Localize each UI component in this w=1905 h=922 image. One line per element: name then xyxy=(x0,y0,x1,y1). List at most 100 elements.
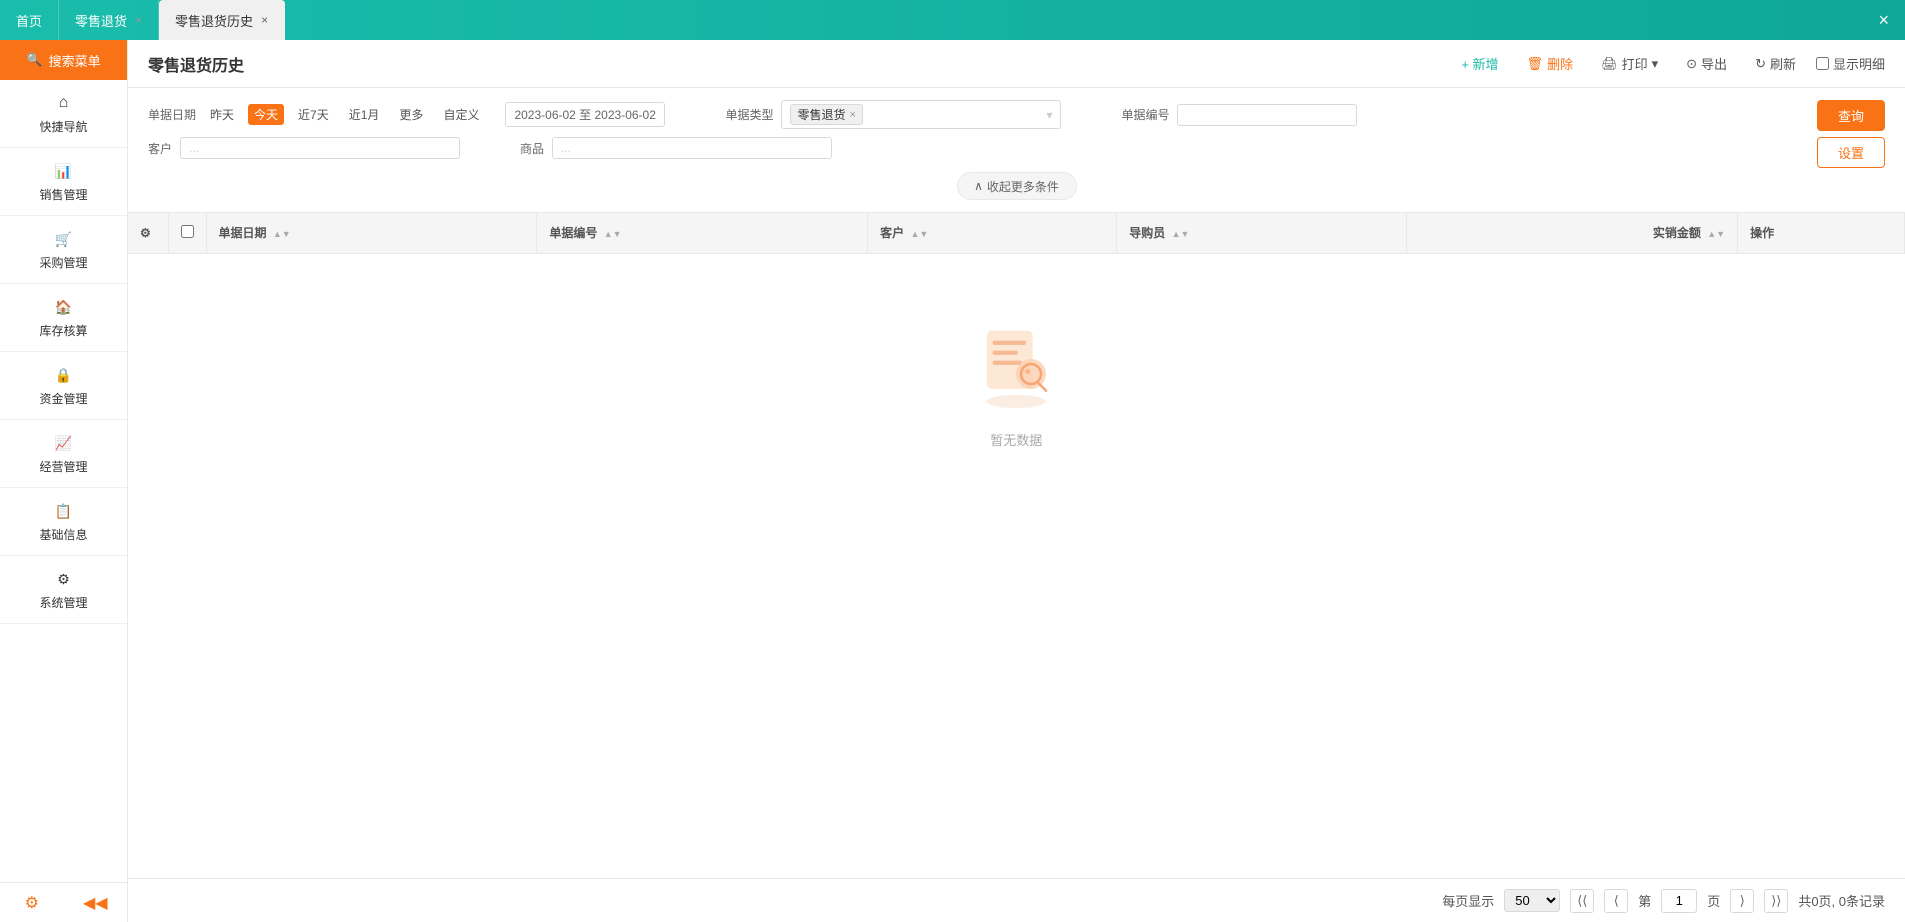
date-filter-label: 单据日期 xyxy=(148,106,196,123)
sidebar-audio-button[interactable]: ◀◀ xyxy=(64,883,128,922)
audio-icon: ◀◀ xyxy=(83,893,108,913)
refresh-button[interactable]: ↻ 刷新 xyxy=(1747,50,1804,77)
delete-icon: 🗑 xyxy=(1527,56,1544,72)
tab-home[interactable]: 首页 xyxy=(0,0,59,40)
type-tag-value: 零售退货 xyxy=(797,106,845,123)
col-number-label: 单据编号 xyxy=(549,226,597,240)
table-settings-icon[interactable]: ⚙ xyxy=(140,226,151,240)
date-7days-btn[interactable]: 近7天 xyxy=(292,104,335,125)
sidebar-item-sales[interactable]: 📊 销售管理 xyxy=(0,148,127,216)
date-custom-btn[interactable]: 自定义 xyxy=(437,104,485,125)
col-amount[interactable]: 实销金额 ▲▼ xyxy=(1407,213,1738,253)
sidebar-item-purchase[interactable]: 🛒 采购管理 xyxy=(0,216,127,284)
col-date-label: 单据日期 xyxy=(219,226,267,240)
table-body: 暂无数据 xyxy=(128,253,1905,509)
col-number[interactable]: 单据编号 ▲▼ xyxy=(537,213,868,253)
sidebar-item-inventory[interactable]: 🏠 库存核算 xyxy=(0,284,127,352)
date-yesterday-btn[interactable]: 昨天 xyxy=(204,104,240,125)
system-icon: ⚙ xyxy=(53,568,75,590)
goods-filter-label: 商品 xyxy=(520,140,544,157)
goods-placeholder: ... xyxy=(561,141,571,155)
prev-page-button[interactable]: ⟨ xyxy=(1604,889,1628,913)
sidebar-menu: ⌂ 快捷导航 📊 销售管理 🛒 采购管理 🏠 库存核算 🔒 资金管理 📈 xyxy=(0,80,127,882)
first-page-button[interactable]: ⟨⟨ xyxy=(1570,889,1594,913)
set-button[interactable]: 设置 xyxy=(1817,137,1885,168)
col-settings[interactable]: ⚙ xyxy=(128,213,168,253)
next-page-button[interactable]: ⟩ xyxy=(1730,889,1754,913)
goods-filter: 商品 ... xyxy=(520,137,832,159)
goods-filter-input[interactable]: ... xyxy=(552,137,832,159)
collapse-filter-button[interactable]: ∧ 收起更多条件 xyxy=(957,172,1077,200)
total-records: 共0页, 0条记录 xyxy=(1798,891,1885,910)
col-date[interactable]: 单据日期 ▲▼ xyxy=(206,213,537,253)
sidebar-search[interactable]: 🔍 搜索菜单 xyxy=(0,40,127,80)
sidebar-settings-button[interactable]: ⚙ xyxy=(0,883,64,922)
tab-retail-return-history-label: 零售退货历史 xyxy=(175,11,253,30)
query-button[interactable]: 查询 xyxy=(1817,100,1885,131)
page-unit: 页 xyxy=(1707,891,1720,910)
last-page-button[interactable]: ⟩⟩ xyxy=(1764,889,1788,913)
type-filter-input[interactable]: 零售退货 × ▾ xyxy=(781,100,1061,129)
col-guide[interactable]: 导购员 ▲▼ xyxy=(1117,213,1407,253)
sidebar-item-quick-nav-label: 快捷导航 xyxy=(39,118,87,135)
print-button[interactable]: 🖨 打印 ▾ xyxy=(1593,50,1666,77)
sidebar-item-basic-info[interactable]: 📋 基础信息 xyxy=(0,488,127,556)
sidebar-item-system[interactable]: ⚙ 系统管理 xyxy=(0,556,127,624)
col-number-sort: ▲▼ xyxy=(604,229,622,239)
table-area: ⚙ 单据日期 ▲▼ 单据编号 ▲▼ xyxy=(128,213,1905,878)
date-1month-btn[interactable]: 近1月 xyxy=(343,104,386,125)
refresh-label: 刷新 xyxy=(1770,54,1796,73)
print-label: 打印 xyxy=(1622,54,1648,73)
filter-row-2: 客户 ... 商品 ... xyxy=(148,137,1797,159)
main-content: 零售退货历史 + 新增 🗑 删除 🖨 打印 ▾ ⊙ 导出 xyxy=(128,40,1905,922)
tab-retail-return-history[interactable]: 零售退货历史 × xyxy=(159,0,285,40)
sidebar-item-finance[interactable]: 🔒 资金管理 xyxy=(0,352,127,420)
empty-state-text: 暂无数据 xyxy=(990,430,1042,449)
show-detail-label: 显示明细 xyxy=(1833,54,1885,73)
window-close-button[interactable]: × xyxy=(1862,10,1905,31)
page-number-input[interactable] xyxy=(1661,889,1697,913)
type-tag-remove[interactable]: × xyxy=(849,109,855,121)
number-filter-label: 单据编号 xyxy=(1121,106,1169,123)
type-tag: 零售退货 × xyxy=(790,104,862,125)
date-today-btn[interactable]: 今天 xyxy=(248,104,284,125)
date-range-input[interactable]: 2023-06-02 至 2023-06-02 xyxy=(505,102,665,127)
col-action: 操作 xyxy=(1738,213,1905,253)
sidebar-item-system-label: 系统管理 xyxy=(39,594,87,611)
inventory-icon: 🏠 xyxy=(53,296,75,318)
col-checkbox[interactable] xyxy=(168,213,206,253)
tab-retail-return-history-close[interactable]: × xyxy=(261,13,268,27)
new-button[interactable]: + 新增 xyxy=(1453,50,1506,77)
show-detail-checkbox[interactable]: 显示明细 xyxy=(1816,54,1885,73)
sidebar-item-quick-nav[interactable]: ⌂ 快捷导航 xyxy=(0,80,127,148)
page-header: 零售退货历史 + 新增 🗑 删除 🖨 打印 ▾ ⊙ 导出 xyxy=(128,40,1905,88)
tab-retail-return-label: 零售退货 xyxy=(75,11,127,30)
customer-filter: 客户 ... xyxy=(148,137,460,159)
delete-button[interactable]: 🗑 删除 xyxy=(1519,50,1582,77)
col-customer[interactable]: 客户 ▲▼ xyxy=(868,213,1117,253)
type-filter: 单据类型 零售退货 × ▾ xyxy=(725,100,1061,129)
col-amount-label: 实销金额 xyxy=(1653,226,1701,240)
refresh-icon: ↻ xyxy=(1755,56,1766,72)
sidebar-item-operations[interactable]: 📈 经营管理 xyxy=(0,420,127,488)
type-dropdown-icon[interactable]: ▾ xyxy=(1046,108,1052,122)
tab-retail-return[interactable]: 零售退货 × xyxy=(59,0,159,40)
table-select-all[interactable] xyxy=(181,225,194,238)
customer-placeholder: ... xyxy=(189,141,199,155)
export-label: 导出 xyxy=(1701,54,1727,73)
export-button[interactable]: ⊙ 导出 xyxy=(1678,50,1735,77)
col-guide-label: 导购员 xyxy=(1129,226,1165,240)
show-detail-input[interactable] xyxy=(1816,57,1829,70)
col-customer-label: 客户 xyxy=(880,226,904,240)
print-icon: 🖨 xyxy=(1601,56,1618,72)
number-filter-input[interactable] xyxy=(1177,104,1357,126)
delete-label: 删除 xyxy=(1547,54,1573,73)
tab-retail-return-close[interactable]: × xyxy=(135,13,142,27)
page-size-select[interactable]: 50 10 20 100 xyxy=(1504,889,1560,912)
empty-state: 暂无数据 xyxy=(128,254,1905,509)
basic-info-icon: 📋 xyxy=(53,500,75,522)
customer-filter-input[interactable]: ... xyxy=(180,137,460,159)
finance-icon: 🔒 xyxy=(53,364,75,386)
col-guide-sort: ▲▼ xyxy=(1172,229,1190,239)
date-more-btn[interactable]: 更多 xyxy=(393,104,429,125)
